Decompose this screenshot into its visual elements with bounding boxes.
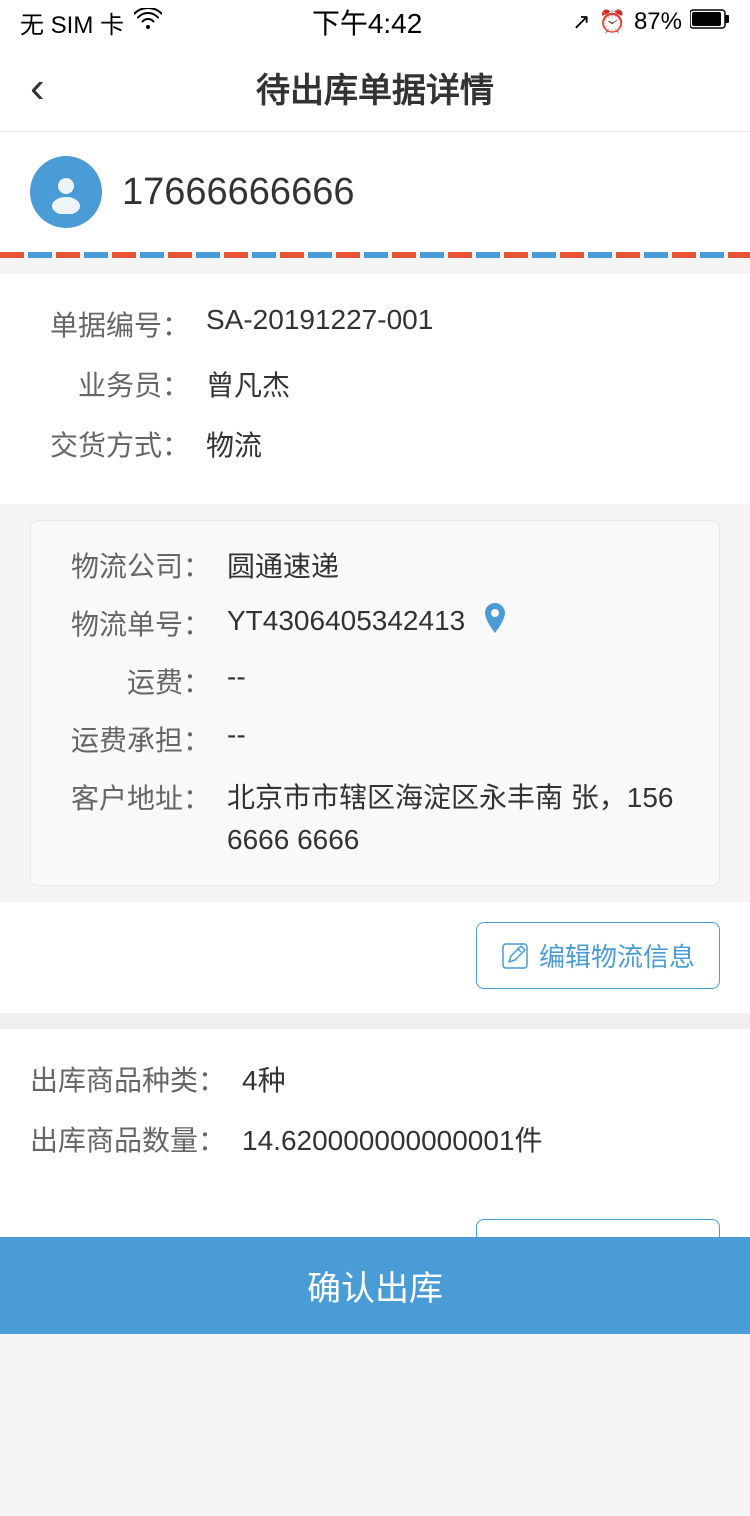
edit-btn-container: 编辑物流信息 — [0, 902, 750, 1013]
battery-text: 87% — [634, 8, 682, 36]
dashed-divider — [0, 252, 750, 258]
delivery-method-value: 物流 — [206, 424, 720, 464]
goods-quantity-row: 出库商品数量： 14.620000000000001件 — [30, 1119, 720, 1159]
freight-label: 运费： — [51, 661, 211, 701]
logistics-company-value: 圆通速递 — [227, 545, 699, 585]
salesman-label: 业务员： — [30, 364, 190, 404]
address-label: 客户地址： — [51, 777, 211, 817]
goods-types-value: 4种 — [242, 1059, 720, 1099]
logistics-company-row: 物流公司： 圆通速递 — [51, 545, 699, 585]
location-status-icon: ↗ — [572, 9, 590, 35]
delivery-method-row: 交货方式： 物流 — [30, 424, 720, 464]
edit-logistics-label: 编辑物流信息 — [539, 937, 695, 974]
logistics-tracking-value: YT4306405342413 — [227, 603, 699, 639]
freight-bear-value: -- — [227, 719, 699, 751]
customer-phone: 17666666666 — [122, 171, 354, 214]
salesman-value: 曾凡杰 — [206, 364, 720, 404]
address-row: 客户地址： 北京市市辖区海淀区永丰南 张，156 6666 6666 — [51, 777, 699, 861]
order-number-row: 单据编号： SA-20191227-001 — [30, 304, 720, 344]
back-button[interactable]: ‹ — [30, 63, 45, 113]
delivery-method-label: 交货方式： — [30, 424, 190, 464]
logistics-tracking-label: 物流单号： — [51, 603, 211, 643]
nav-bar: ‹ 待出库单据详情 — [0, 44, 750, 132]
confirm-button[interactable]: 确认出库 — [0, 1261, 750, 1310]
freight-bear-row: 运费承担： -- — [51, 719, 699, 759]
bottom-space — [0, 1316, 750, 1516]
edit-logistics-button[interactable]: 编辑物流信息 — [476, 922, 720, 989]
confirm-btn-container: 确认出库 — [0, 1237, 750, 1334]
avatar — [30, 156, 102, 228]
order-number-label: 单据编号： — [30, 304, 190, 344]
page-title: 待出库单据详情 — [256, 63, 494, 112]
map-pin-icon[interactable] — [477, 603, 513, 639]
carrier-text: 无 SIM 卡 — [20, 5, 124, 40]
status-bar: 无 SIM 卡 下午4:42 ↗ ⏰ 87% — [0, 0, 750, 44]
goods-quantity-value: 14.620000000000001件 — [242, 1119, 720, 1159]
customer-header: 17666666666 — [0, 132, 750, 252]
address-value: 北京市市辖区海淀区永丰南 张，156 6666 6666 — [227, 777, 699, 861]
status-bar-left: 无 SIM 卡 — [20, 5, 162, 40]
logistics-tracking-row: 物流单号： YT4306405342413 — [51, 603, 699, 643]
gray-separator — [0, 1013, 750, 1029]
order-number-value: SA-20191227-001 — [206, 304, 720, 336]
freight-row: 运费： -- — [51, 661, 699, 701]
wifi-icon — [134, 8, 162, 37]
salesman-row: 业务员： 曾凡杰 — [30, 364, 720, 404]
logistics-card: 物流公司： 圆通速递 物流单号： YT4306405342413 运费： -- … — [30, 520, 720, 886]
goods-section: 出库商品种类： 4种 出库商品数量： 14.620000000000001件 — [0, 1029, 750, 1199]
tracking-number: YT4306405342413 — [227, 605, 465, 637]
goods-types-label: 出库商品种类： — [30, 1059, 226, 1099]
order-info-section: 单据编号： SA-20191227-001 业务员： 曾凡杰 交货方式： 物流 — [0, 274, 750, 504]
alarm-icon: ⏰ — [599, 9, 626, 35]
goods-types-row: 出库商品种类： 4种 — [30, 1059, 720, 1099]
goods-quantity-label: 出库商品数量： — [30, 1119, 226, 1159]
battery-icon — [690, 8, 730, 37]
status-bar-time: 下午4:42 — [312, 2, 423, 42]
status-bar-right: ↗ ⏰ 87% — [572, 8, 730, 37]
freight-value: -- — [227, 661, 699, 693]
freight-bear-label: 运费承担： — [51, 719, 211, 759]
logistics-company-label: 物流公司： — [51, 545, 211, 585]
